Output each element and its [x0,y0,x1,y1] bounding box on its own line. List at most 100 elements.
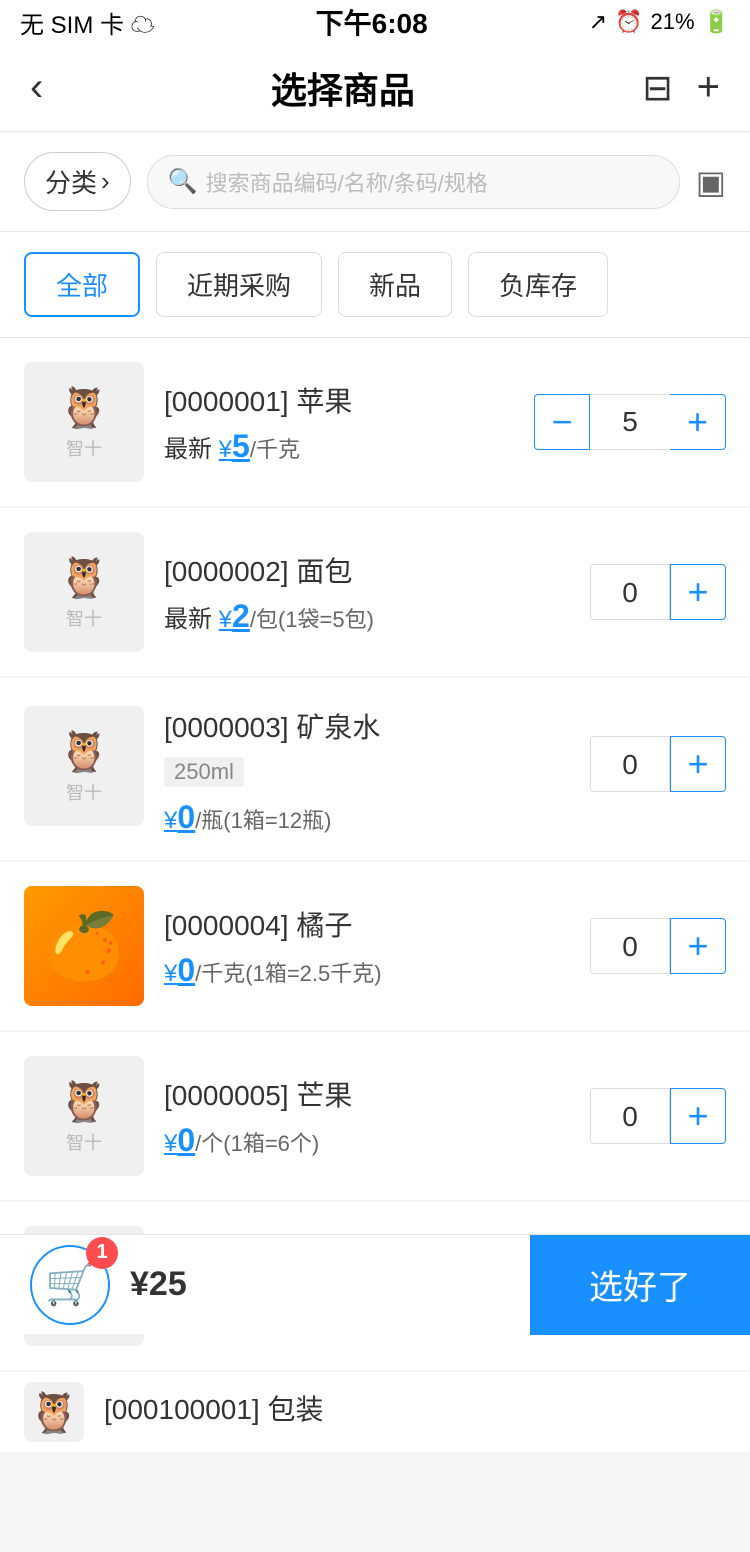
product-info-4: [0000004] 橘子 ¥0/千克(1箱=2.5千克) [164,904,570,989]
product-image-7: 🦉 [24,1382,84,1442]
filter-icon[interactable]: ⊟ [642,67,672,109]
product-controls-3: 0 + [590,736,726,792]
nav-icons: ⊟ + [642,65,720,110]
placeholder-brand-text: 智十 [66,1129,102,1155]
placeholder-owl-icon: 🦉 [29,1389,79,1436]
product-price-1: 最新 ¥5/千克 [164,428,514,465]
product-spec-3: 250ml [164,757,244,787]
product-price-4: ¥0/千克(1箱=2.5千克) [164,952,570,989]
price-label-2: 最新 [164,606,219,633]
location-icon: ↗ [589,9,607,35]
price-value-3: 0 [177,799,195,835]
product-image-4: 🍊 [24,886,144,1006]
product-item: 🍊 [0000004] 橘子 ¥0/千克(1箱=2.5千克) 0 + [0,862,750,1030]
product-name-4: [0000004] 橘子 [164,904,570,944]
status-right: ↗ ⏰ 21% 🔋 [589,9,730,35]
quantity-display-2: 0 [590,564,670,620]
placeholder-owl-icon: 🦉 [59,554,109,601]
filter-bar: 分类 › 🔍 搜索商品编码/名称/条码/规格 ▣ [0,132,750,232]
search-placeholder: 搜索商品编码/名称/条码/规格 [206,166,488,198]
bottom-bar: 🛒 1 ¥25 选好了 [0,1234,750,1334]
product-name-2: [0000002] 面包 [164,550,570,590]
yen-symbol-5: ¥ [164,1130,177,1157]
yen-symbol-1: ¥ [219,436,232,463]
cart-button[interactable]: 🛒 1 [30,1245,110,1325]
product-item: 🦉 智十 [0000003] 矿泉水 250ml ¥0/瓶(1箱=12瓶) 0 … [0,678,750,860]
product-info-5: [0000005] 芒果 ¥0/个(1箱=6个) [164,1074,570,1159]
price-value-2: 2 [232,598,250,634]
product-price-5: ¥0/个(1箱=6个) [164,1122,570,1159]
yen-symbol-2: ¥ [219,606,232,633]
search-box[interactable]: 🔍 搜索商品编码/名称/条码/规格 [147,155,680,209]
cart-badge: 1 [86,1237,118,1269]
tab-negative[interactable]: 负库存 [468,252,608,317]
product-image-1: 🦉 智十 [24,362,144,482]
product-image-2: 🦉 智十 [24,532,144,652]
quantity-increase-2[interactable]: + [670,564,726,620]
price-unit-4: /千克(1箱=2.5千克) [195,961,381,986]
product-item: 🦉 智十 [0000005] 芒果 ¥0/个(1箱=6个) 0 + [0,1032,750,1200]
product-name-3: [0000003] 矿泉水 [164,706,570,746]
price-unit-2: /包(1袋=5包) [250,607,374,632]
category-label: 分类 [45,163,97,200]
category-button[interactable]: 分类 › [24,152,131,211]
back-button[interactable]: ‹ [30,65,43,110]
tab-all[interactable]: 全部 [24,252,140,317]
product-name-7: [000100001] 包装 [104,1388,726,1428]
product-image-5: 🦉 智十 [24,1056,144,1176]
placeholder-owl-icon: 🦉 [59,728,109,775]
price-value-5: 0 [177,1122,195,1158]
nav-bar: ‹ 选择商品 ⊟ + [0,44,750,132]
quantity-increase-3[interactable]: + [670,736,726,792]
product-controls-1: − + [534,394,726,450]
quantity-increase-1[interactable]: + [670,394,726,450]
status-left: 无 SIM 卡 ☁ [20,5,155,40]
price-unit-1: /千克 [250,437,300,462]
product-controls-2: 0 + [590,564,726,620]
quantity-decrease-1[interactable]: − [534,394,590,450]
placeholder-brand-text: 智十 [66,779,102,805]
cart-total: ¥25 [130,1265,187,1304]
product-item-partial: 🦉 [000100001] 包装 [0,1372,750,1452]
placeholder-owl-icon: 🦉 [59,1078,109,1125]
battery-icon: 🔋 [703,9,730,35]
placeholder-brand-text: 智十 [66,605,102,631]
alarm-icon: ⏰ [615,9,642,35]
product-controls-5: 0 + [590,1088,726,1144]
yen-symbol-3: ¥ [164,807,177,834]
product-name-5: [0000005] 芒果 [164,1074,570,1114]
tab-bar: 全部 近期采购 新品 负库存 [0,232,750,338]
quantity-display-3: 0 [590,736,670,792]
battery-status: 21% [651,9,695,35]
add-icon[interactable]: + [697,65,720,110]
product-info-2: [0000002] 面包 最新 ¥2/包(1袋=5包) [164,550,570,635]
product-item: 🦉 智十 [0000002] 面包 最新 ¥2/包(1袋=5包) 0 + [0,508,750,676]
product-info-3: [0000003] 矿泉水 250ml ¥0/瓶(1箱=12瓶) [164,706,570,836]
page-title: 选择商品 [271,62,415,114]
cart-icon: 🛒 [45,1261,95,1308]
cart-area: 🛒 1 ¥25 [0,1245,530,1325]
product-info-7: [000100001] 包装 [104,1388,726,1436]
product-image-3: 🦉 智十 [24,706,144,826]
sim-status: 无 SIM 卡 ☁ [20,5,155,40]
placeholder-owl-icon: 🦉 [59,384,109,431]
product-list: 🦉 智十 [0000001] 苹果 最新 ¥5/千克 − + 🦉 智十 [000… [0,338,750,1552]
tab-recent[interactable]: 近期采购 [156,252,322,317]
quantity-input-1[interactable] [590,394,670,450]
search-icon: 🔍 [168,167,198,196]
confirm-button[interactable]: 选好了 [530,1235,750,1335]
product-price-2: 最新 ¥2/包(1袋=5包) [164,598,570,635]
confirm-label: 选好了 [589,1260,691,1309]
quantity-display-4: 0 [590,918,670,974]
quantity-increase-5[interactable]: + [670,1088,726,1144]
price-value-1: 5 [232,428,250,464]
tab-new[interactable]: 新品 [338,252,452,317]
status-bar: 无 SIM 卡 ☁ 下午6:08 ↗ ⏰ 21% 🔋 [0,0,750,44]
price-unit-3: /瓶(1箱=12瓶) [195,808,331,833]
product-name-1: [0000001] 苹果 [164,380,514,420]
quantity-increase-4[interactable]: + [670,918,726,974]
category-chevron: › [101,166,110,197]
scan-icon[interactable]: ▣ [696,163,726,201]
placeholder-brand-text: 智十 [66,435,102,461]
status-time: 下午6:08 [316,2,428,42]
